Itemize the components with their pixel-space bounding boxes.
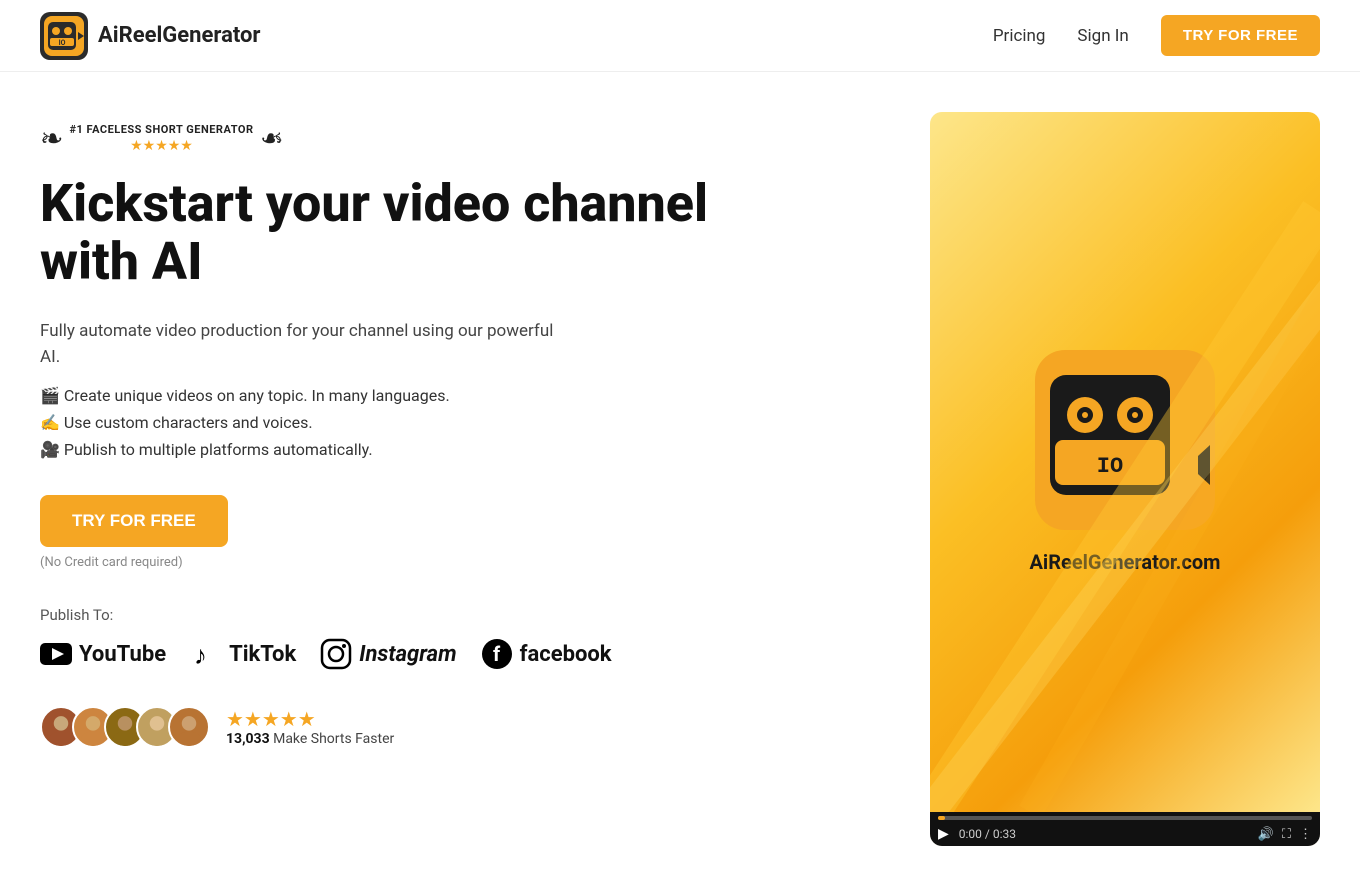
left-column: ❧ #1 FACELESS SHORT GENERATOR ★★★★★ ❧ Ki… <box>40 112 890 748</box>
no-credit-text: (No Credit card required) <box>40 555 890 570</box>
laurel-left-icon: ❧ <box>40 122 63 155</box>
youtube-label: YouTube <box>79 642 166 667</box>
try-free-header-button[interactable]: TRY FOR FREE <box>1161 15 1320 56</box>
fullscreen-icon[interactable]: ⛶ <box>1282 827 1291 842</box>
svg-text:IO: IO <box>59 39 66 47</box>
award-stars: ★★★★★ <box>69 138 253 154</box>
main-nav: Pricing Sign In TRY FOR FREE <box>993 15 1320 56</box>
video-controls[interactable]: ▶ 0:00 / 0:33 🔊 ⛶ ⋮ <box>930 812 1320 846</box>
publish-to-label: Publish To: <box>40 606 890 624</box>
platform-facebook: f facebook <box>481 638 612 670</box>
proof-count: 13,033 Make Shorts Faster <box>226 731 394 747</box>
nav-pricing[interactable]: Pricing <box>993 26 1046 46</box>
video-brand-text: AiReelGenerator.com <box>1029 550 1220 574</box>
facebook-icon: f <box>481 638 513 670</box>
youtube-icon <box>40 638 72 670</box>
more-options-icon[interactable]: ⋮ <box>1299 827 1312 842</box>
feature-item: ✍️ Use custom characters and voices. <box>40 413 890 432</box>
instagram-icon <box>320 638 352 670</box>
play-button[interactable]: ▶ <box>938 826 949 842</box>
feature-list: 🎬 Create unique videos on any topic. In … <box>40 386 890 459</box>
svg-text:IO: IO <box>1097 454 1123 479</box>
feature-item: 🎬 Create unique videos on any topic. In … <box>40 386 890 405</box>
tiktok-icon: ♪ <box>190 638 222 670</box>
instagram-label: Instagram <box>359 642 456 667</box>
hero-headline: Kickstart your video channel with AI <box>40 175 890 291</box>
avatars <box>40 706 210 748</box>
video-brand-icon: IO <box>1035 350 1215 530</box>
logo-text: AiReelGenerator <box>98 23 260 48</box>
tiktok-label: TikTok <box>229 642 296 667</box>
volume-icon[interactable]: 🔊 <box>1258 827 1274 842</box>
hero-subtext: Fully automate video production for your… <box>40 319 560 370</box>
award-badge: ❧ #1 FACELESS SHORT GENERATOR ★★★★★ ❧ <box>40 122 890 155</box>
laurel-right-icon: ❧ <box>260 122 283 155</box>
award-title: #1 FACELESS SHORT GENERATOR <box>69 123 253 136</box>
svg-text:♪: ♪ <box>194 641 207 670</box>
platform-logos: YouTube ♪ TikTok Instagram <box>40 638 890 670</box>
try-free-main-button[interactable]: TRY FOR FREE <box>40 495 228 547</box>
logo-area[interactable]: IO AiReelGenerator <box>40 12 260 60</box>
logo-icon: IO <box>40 12 88 60</box>
progress-fill <box>938 816 945 820</box>
progress-bar[interactable] <box>938 816 1312 820</box>
video-wrapper: IO AiReelGenerator.com ▶ 0:00 / 0:33 🔊 <box>930 112 1320 846</box>
platform-tiktok: ♪ TikTok <box>190 638 296 670</box>
video-time: 0:00 / 0:33 <box>959 827 1252 841</box>
proof-text: ★★★★★ 13,033 Make Shorts Faster <box>226 707 394 747</box>
platform-youtube: YouTube <box>40 638 166 670</box>
main-content: ❧ #1 FACELESS SHORT GENERATOR ★★★★★ ❧ Ki… <box>0 72 1360 886</box>
platform-instagram: Instagram <box>320 638 456 670</box>
feature-item: 🎥 Publish to multiple platforms automati… <box>40 440 890 459</box>
nav-signin[interactable]: Sign In <box>1077 26 1128 46</box>
proof-stars: ★★★★★ <box>226 707 394 731</box>
svg-text:f: f <box>493 642 501 666</box>
avatar <box>168 706 210 748</box>
social-proof: ★★★★★ 13,033 Make Shorts Faster <box>40 706 890 748</box>
video-display: IO AiReelGenerator.com <box>930 112 1320 812</box>
right-column: IO AiReelGenerator.com ▶ 0:00 / 0:33 🔊 <box>930 112 1320 846</box>
facebook-label: facebook <box>520 642 612 667</box>
